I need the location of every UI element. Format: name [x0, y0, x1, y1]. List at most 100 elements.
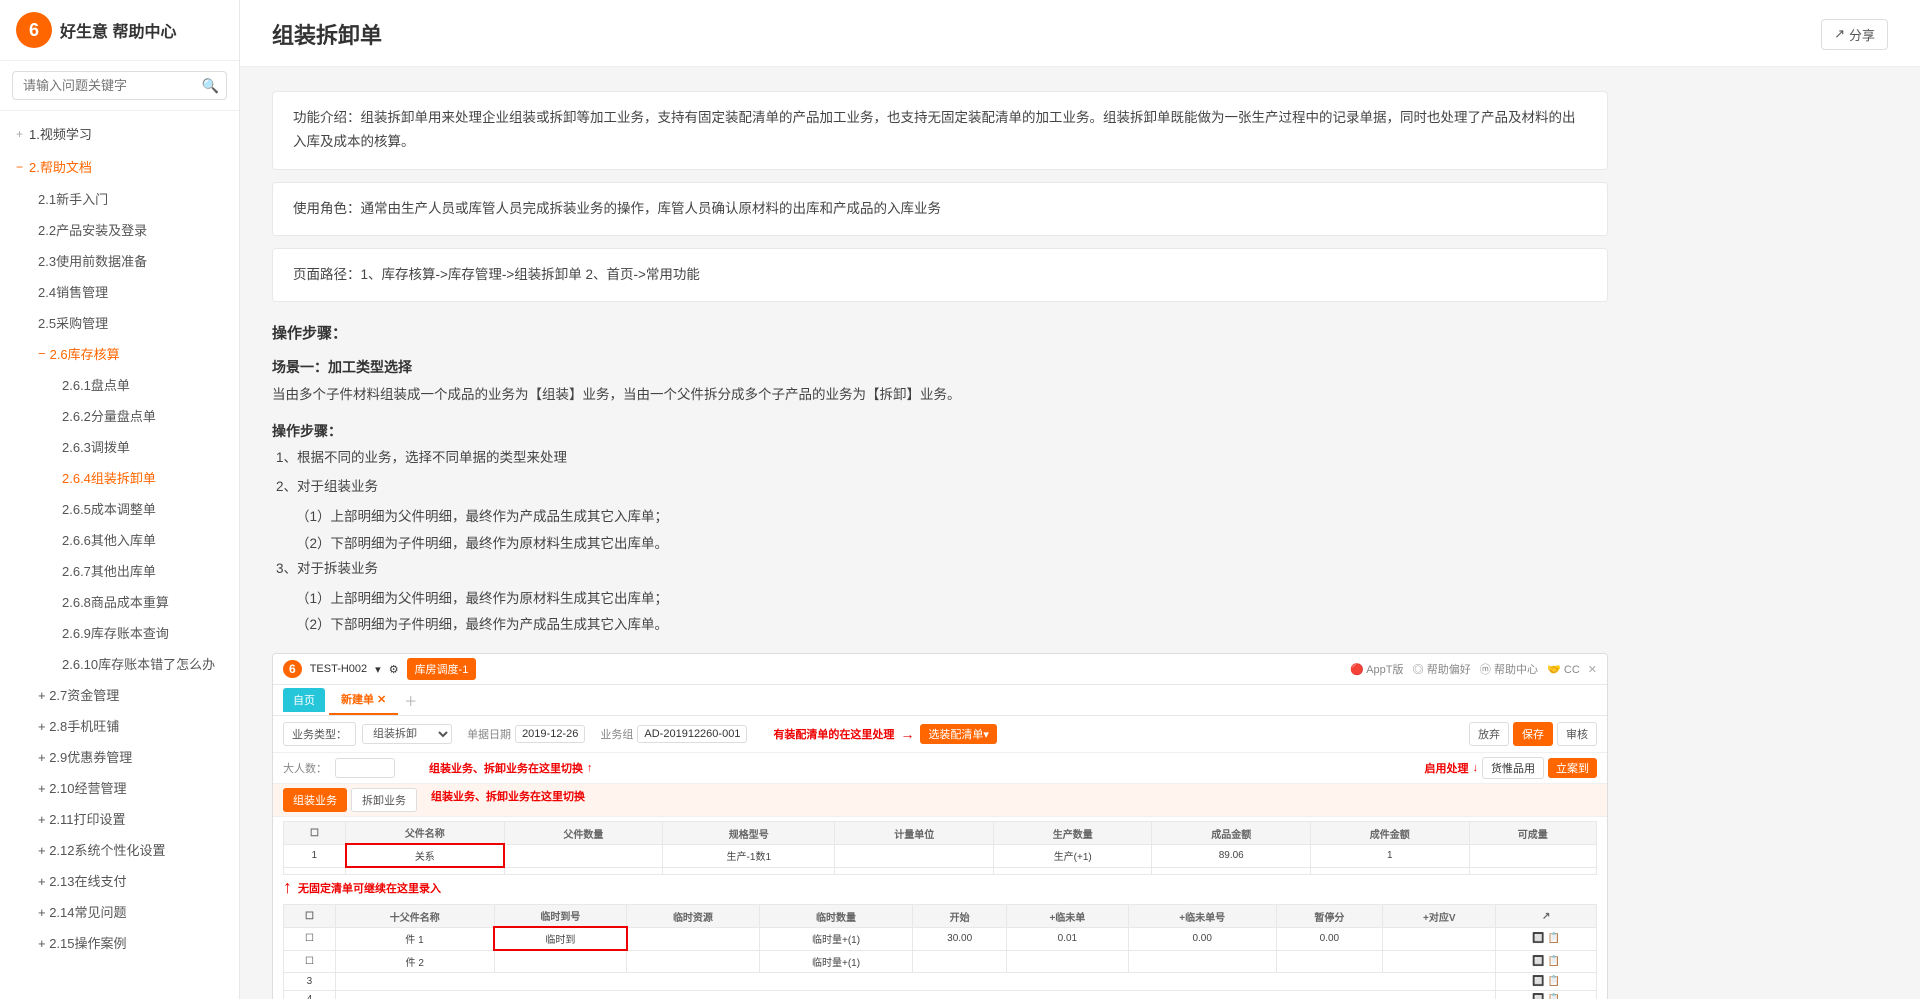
table-cell — [284, 867, 346, 875]
sidebar-item-newbie[interactable]: 2.1新手入门 — [28, 183, 239, 214]
main-content: 组装拆卸单 ↗ 分享 功能介绍：组装拆卸单用来处理企业组装或拆卸等加工业务，支持… — [240, 0, 1920, 999]
mock-table2: ☐ 十父件名称 临时到号 临时资源 临时数量 开始 +临未单 +临未单号 暂停分… — [283, 904, 1597, 999]
mock-arrow-table1: ↑ — [283, 877, 292, 898]
table-cell — [504, 867, 663, 875]
sidebar-item-custom[interactable]: + 2.12系统个性化设置 — [28, 834, 239, 865]
mock-btn-assembly[interactable]: 组装业务 — [283, 788, 347, 812]
sidebar-item-assembly[interactable]: 2.6.4组装拆卸单 — [52, 462, 239, 493]
table-cell — [1383, 927, 1496, 950]
search-icon: 🔍 — [202, 77, 219, 94]
mock-select-type[interactable]: 组装拆卸 — [362, 724, 452, 744]
step1: 1、根据不同的业务，选择不同单据的类型来处理 — [272, 447, 1608, 470]
mock-enable-field-label: 货惟品用 — [1491, 763, 1535, 775]
sidebar-item-finance[interactable]: + 2.7资金管理 — [28, 679, 239, 710]
table-cell — [335, 972, 1495, 990]
mock-th2-action: ↗ — [1496, 905, 1597, 928]
mock-date-label: 单据日期 — [467, 726, 511, 742]
mock-enable-area: 启用处理 ↓ 货惟品用 立案到 — [1425, 757, 1598, 779]
step2: 2、对于组装业务 — [272, 476, 1608, 499]
sidebar-item-purchase[interactable]: 2.5采购管理 — [28, 307, 239, 338]
sidebar-item-docs[interactable]: − 2.帮助文档 — [0, 150, 239, 183]
sidebar-item-cases[interactable]: + 2.15操作案例 — [28, 927, 239, 958]
sidebar-item-transfer[interactable]: 2.6.3调拨单 — [52, 431, 239, 462]
mock-btn-stocktype[interactable]: 业务类型： — [283, 722, 356, 746]
step2-sub2: （2）下部明细为子件明细，最终作为原材料生成其它出库单。 — [296, 532, 1608, 556]
mock-annotation-row1: ↑ 无固定清单可继续在这里录入 — [273, 877, 1607, 902]
mock-tab-new[interactable]: 新建单 ✕ — [329, 685, 398, 715]
mock-th-prod-amt: 成品金额 — [1152, 822, 1311, 845]
sidebar-item-payment[interactable]: + 2.13在线支付 — [28, 865, 239, 896]
table-cell — [627, 950, 760, 972]
mock-th2-t6: +临未单号 — [1128, 905, 1276, 928]
mock-btn-commit[interactable]: 立案到 — [1548, 758, 1597, 778]
mock-enable-field: 货惟品用 — [1482, 757, 1544, 779]
mock-th-available: 可成量 — [1469, 822, 1596, 845]
mock-tab-add[interactable]: ＋ — [398, 687, 423, 714]
sidebar-item-coupon[interactable]: + 2.9优惠券管理 — [28, 741, 239, 772]
sidebar-item-mobile[interactable]: + 2.8手机旺铺 — [28, 710, 239, 741]
mock-th2-t8: +对应V — [1383, 905, 1496, 928]
table-row: 3🔲 📋 — [284, 972, 1597, 990]
mock-count-input[interactable] — [335, 758, 395, 778]
mock-btn-abandon[interactable]: 放弃 — [1469, 722, 1509, 746]
sidebar-item-other-in[interactable]: 2.6.6其他入库单 — [52, 524, 239, 555]
share-icon: ↗ — [1834, 26, 1845, 42]
app-mock: 6 TEST-H002 ▾ ⚙ 库房调度-1 🔴 AppT版 ◎ 帮助偏好 ⓜ … — [273, 654, 1607, 999]
mock-table1-body: 1 关系 生产-1数1 生产(+1) 89.06 1 — [284, 844, 1597, 875]
sidebar-item-cost-recalc[interactable]: 2.6.8商品成本重算 — [52, 586, 239, 617]
sidebar-item-print[interactable]: + 2.11打印设置 — [28, 803, 239, 834]
table-cell: 1 — [284, 844, 346, 867]
table-cell: 🔲 📋 — [1496, 972, 1597, 990]
search-input[interactable] — [12, 71, 227, 100]
table-cell — [1383, 950, 1496, 972]
table-cell: ☐ — [284, 950, 336, 972]
share-button[interactable]: ↗ 分享 — [1821, 19, 1888, 50]
table-cell: 件 1 — [335, 927, 494, 950]
mock-btn-approve[interactable]: 审核 — [1557, 722, 1597, 746]
mock-btn-disassembly[interactable]: 拆卸业务 — [351, 788, 417, 812]
table-cell: ☐ — [284, 927, 336, 950]
mock-th2-name: 十父件名称 — [335, 905, 494, 928]
mock-org-button[interactable]: 库房调度-1 — [407, 658, 477, 680]
table-cell: 临时量+(1) — [759, 950, 913, 972]
mock-group-val: AD-201912260-001 — [637, 725, 747, 743]
table-cell — [335, 990, 1495, 999]
sidebar-item-cost-adj[interactable]: 2.6.5成本调整单 — [52, 493, 239, 524]
sidebar-label-video: 1.视频学习 — [29, 124, 92, 143]
step3: 3、对于拆装业务 — [272, 558, 1608, 581]
mock-group-label: 业务组 — [600, 726, 633, 742]
mock-btn-save[interactable]: 保存 — [1513, 722, 1553, 746]
mock-btn-select-config[interactable]: 选装配清单▾ — [920, 724, 997, 744]
sidebar-item-sales[interactable]: 2.4销售管理 — [28, 276, 239, 307]
mock-table2-body: ☐ 件 1 临时到 临时量+(1) 30.00 0.01 0.00 0.00 — [284, 927, 1597, 999]
table-cell: 1 — [1311, 844, 1470, 867]
sidebar-item-video[interactable]: + 1.视频学习 — [0, 117, 239, 150]
sidebar-item-data-prep[interactable]: 2.3使用前数据准备 — [28, 245, 239, 276]
mock-th2-t3: 临时数量 — [759, 905, 913, 928]
table-cell — [993, 867, 1152, 875]
mock-tab-home[interactable]: 自页 — [283, 688, 325, 712]
arrow-right-icon: → — [900, 726, 914, 742]
sidebar-item-partial-stocktake[interactable]: 2.6.2分量盘点单 — [52, 400, 239, 431]
mock-th-prod-qty: 生产数量 — [993, 822, 1152, 845]
minus-icon-2: − — [38, 346, 46, 361]
mock-table2-head: ☐ 十父件名称 临时到号 临时资源 临时数量 开始 +临未单 +临未单号 暂停分… — [284, 905, 1597, 928]
sidebar-item-install[interactable]: 2.2产品安装及登录 — [28, 214, 239, 245]
screenshot-container: 6 TEST-H002 ▾ ⚙ 库房调度-1 🔴 AppT版 ◎ 帮助偏好 ⓜ … — [272, 653, 1608, 999]
sidebar-item-other-out[interactable]: 2.6.7其他出库单 — [52, 555, 239, 586]
sidebar-label-docs: 2.帮助文档 — [29, 157, 92, 176]
table-cell: 30.00 — [913, 927, 1007, 950]
table-cell-t1: 临时到 — [494, 927, 627, 950]
sidebar-item-ledger-fix[interactable]: 2.6.10库存账本错了怎么办 — [52, 648, 239, 679]
step3-subs: （1）上部明细为父件明细，最终作为原材料生成其它出库单； （2）下部明细为子件明… — [272, 587, 1608, 638]
table-cell: 临时量+(1) — [759, 927, 913, 950]
mock-th-parent-name: 父件名称 — [346, 822, 505, 845]
sidebar-item-inventory[interactable]: − 2.6库存核算 — [28, 338, 239, 369]
mock-th2-t1: 临时到号 — [494, 905, 627, 928]
sidebar-item-ledger-query[interactable]: 2.6.9库存账本查询 — [52, 617, 239, 648]
sidebar-item-stocktake[interactable]: 2.6.1盘点单 — [52, 369, 239, 400]
sidebar-item-ops[interactable]: + 2.10经营管理 — [28, 772, 239, 803]
sidebar-item-faq[interactable]: + 2.14常见问题 — [28, 896, 239, 927]
mock-th2-check: ☐ — [284, 905, 336, 928]
steps-list: 1、根据不同的业务，选择不同单据的类型来处理 2、对于组装业务 （1）上部明细为… — [272, 447, 1608, 637]
